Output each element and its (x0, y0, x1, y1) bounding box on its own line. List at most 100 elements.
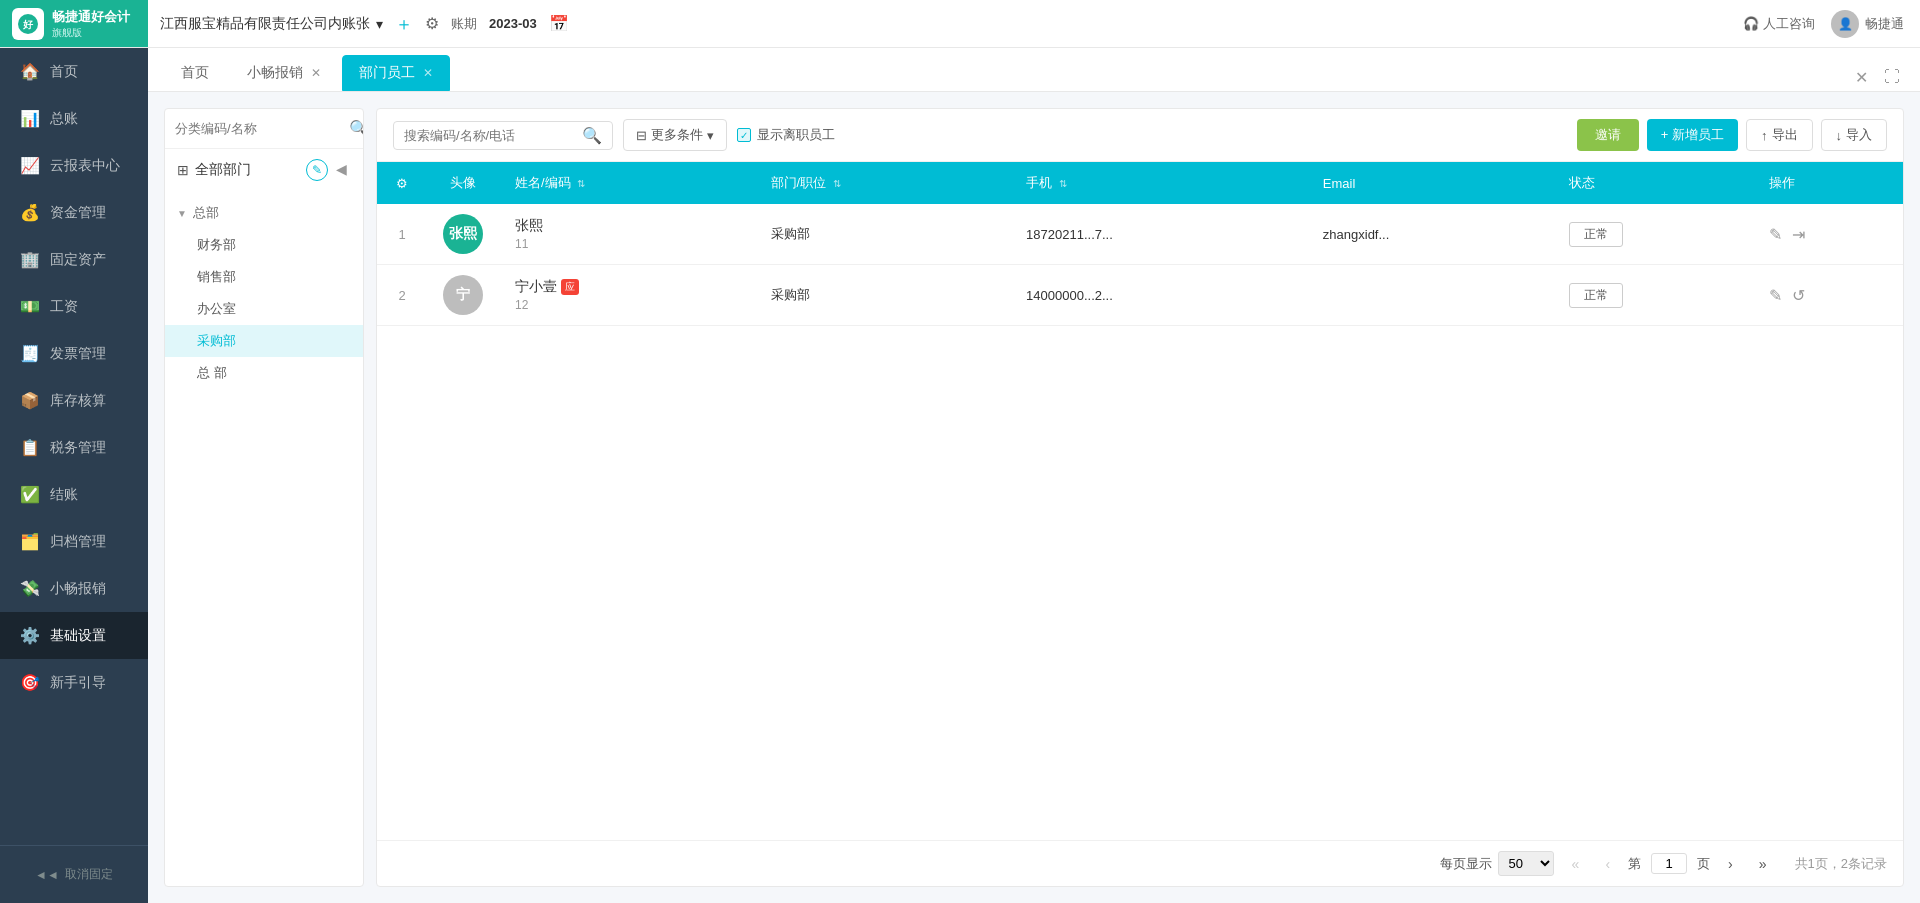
first-page-btn[interactable]: « (1564, 854, 1588, 874)
dept-tree-hq2[interactable]: 总 部 (165, 357, 363, 389)
sidebar-item-salary[interactable]: 💵 工资 (0, 283, 148, 330)
page-label: 第 (1628, 855, 1641, 873)
guide-icon: 🎯 (20, 673, 40, 692)
row-1-edit-icon[interactable]: ✎ (1769, 225, 1782, 244)
sort-dept-icon: ⇅ (833, 178, 841, 189)
service-btn[interactable]: 🎧 人工咨询 (1743, 15, 1815, 33)
prev-page-btn[interactable]: ‹ (1597, 854, 1618, 874)
tab-home[interactable]: 首页 (164, 55, 226, 91)
sidebar-item-ledger[interactable]: 📊 总账 (0, 95, 148, 142)
logo-area: 好 畅捷通好会计 旗舰版 (0, 0, 148, 47)
row-2-name-wrap: 宁小壹 应 (515, 278, 579, 296)
page-input[interactable] (1651, 853, 1687, 874)
col-mobile-label: 手机 (1026, 175, 1052, 190)
content-area: 首页 小畅报销 ✕ 部门员工 ✕ ✕ ⛶ 🔍 (148, 48, 1920, 903)
add-icon[interactable]: ＋ (395, 12, 413, 36)
sidebar-item-finance[interactable]: 💰 资金管理 (0, 189, 148, 236)
col-avatar: 头像 (427, 162, 499, 204)
row-2-edit-icon[interactable]: ✎ (1769, 286, 1782, 305)
cancel-pin-label: 取消固定 (65, 866, 113, 883)
sort-name-icon: ⇅ (577, 178, 585, 189)
resigned-checkbox[interactable]: ✓ (737, 128, 751, 142)
dept-tree-sales[interactable]: 销售部 (165, 261, 363, 293)
emp-search-input[interactable] (404, 128, 576, 143)
tab-dept-close[interactable]: ✕ (423, 66, 433, 80)
show-resigned-toggle[interactable]: ✓ 显示离职员工 (737, 126, 835, 144)
sidebar-item-inventory[interactable]: 📦 库存核算 (0, 377, 148, 424)
add-dept-btn[interactable]: ✎ (306, 159, 328, 181)
sidebar-item-guide[interactable]: 🎯 新手引导 (0, 659, 148, 706)
add-emp-btn[interactable]: + 新增员工 (1647, 119, 1738, 151)
dept-tree-purchase[interactable]: 采购部 (165, 325, 363, 357)
salary-icon: 💵 (20, 297, 40, 316)
row-1-status: 正常 (1553, 204, 1753, 265)
sidebar-item-archive[interactable]: 🗂️ 归档管理 (0, 518, 148, 565)
tab-dept-label: 部门员工 (359, 64, 415, 82)
sidebar-item-cloud-report[interactable]: 📈 云报表中心 (0, 142, 148, 189)
dept-tree-parent-hq[interactable]: ▼ 总部 (165, 197, 363, 229)
sidebar: 🏠 首页 📊 总账 📈 云报表中心 💰 资金管理 🏢 固定资产 💵 工资 🧾 发… (0, 48, 148, 903)
close-tab-icon[interactable]: ✕ (1851, 64, 1872, 91)
user-area[interactable]: 👤 畅捷通 (1831, 10, 1904, 38)
page-suffix: 页 (1697, 855, 1710, 873)
row-2-delete-icon[interactable]: ↺ (1792, 286, 1805, 305)
col-name-code[interactable]: 姓名/编码 ⇅ (499, 162, 755, 204)
tab-dept-emp[interactable]: 部门员工 ✕ (342, 55, 450, 91)
emp-search-icon[interactable]: 🔍 (582, 126, 602, 145)
expense-icon: 💸 (20, 579, 40, 598)
sort-mobile-icon: ⇅ (1059, 178, 1067, 189)
page-size-select[interactable]: 50 100 200 (1498, 851, 1554, 876)
sidebar-item-close-account[interactable]: ✅ 结账 (0, 471, 148, 518)
export-btn[interactable]: ↑ 导出 (1746, 119, 1813, 151)
invoice-icon: 🧾 (20, 344, 40, 363)
expand-tab-icon[interactable]: ⛶ (1880, 64, 1904, 91)
invite-btn[interactable]: 邀请 (1577, 119, 1639, 151)
dept-hq2-label: 总 部 (197, 364, 227, 382)
settings-icon[interactable]: ⚙ (425, 14, 439, 33)
dept-tree-office[interactable]: 办公室 (165, 293, 363, 325)
sidebar-item-expense[interactable]: 💸 小畅报销 (0, 565, 148, 612)
col-dept[interactable]: 部门/职位 ⇅ (755, 162, 1011, 204)
import-icon: ↓ (1836, 128, 1843, 143)
sidebar-item-invoice[interactable]: 🧾 发票管理 (0, 330, 148, 377)
tab-expense[interactable]: 小畅报销 ✕ (230, 55, 338, 91)
sidebar-label-settings: 基础设置 (50, 627, 106, 645)
dropdown-icon: ▾ (376, 16, 383, 32)
table-row: 1 张熙 张熙 11 (377, 204, 1903, 265)
all-dept-label[interactable]: ⊞ 全部部门 (177, 161, 251, 179)
sidebar-label-tax: 税务管理 (50, 439, 106, 457)
sidebar-item-settings[interactable]: ⚙️ 基础设置 (0, 612, 148, 659)
col-settings[interactable]: ⚙ (377, 162, 427, 204)
sidebar-label-guide: 新手引导 (50, 674, 106, 692)
pagination-bar: 每页显示 50 100 200 « ‹ 第 页 › » 共1页，2条记录 (377, 840, 1903, 886)
ledger-icon: 📊 (20, 109, 40, 128)
col-status: 状态 (1553, 162, 1753, 204)
col-mobile[interactable]: 手机 ⇅ (1010, 162, 1307, 204)
cancel-pin-btn[interactable]: ◄◄ 取消固定 (0, 856, 148, 893)
tab-expense-close[interactable]: ✕ (311, 66, 321, 80)
top-bar-right: 🎧 人工咨询 👤 畅捷通 (1743, 10, 1904, 38)
import-btn[interactable]: ↓ 导入 (1821, 119, 1888, 151)
next-page-btn[interactable]: › (1720, 854, 1741, 874)
row-1-logout-icon[interactable]: ⇥ (1792, 225, 1805, 244)
collapse-dept-btn[interactable]: ◀ (332, 159, 351, 181)
dept-parent-label: 总部 (193, 204, 219, 222)
sidebar-item-tax[interactable]: 📋 税务管理 (0, 424, 148, 471)
dept-search-icon[interactable]: 🔍 (349, 119, 364, 138)
grid-icon: ⊞ (177, 162, 189, 178)
sidebar-item-home[interactable]: 🏠 首页 (0, 48, 148, 95)
last-page-btn[interactable]: » (1751, 854, 1775, 874)
svg-text:好: 好 (22, 19, 34, 30)
col-actions: 操作 (1753, 162, 1903, 204)
dept-tree-finance[interactable]: 财务部 (165, 229, 363, 261)
sidebar-label-archive: 归档管理 (50, 533, 106, 551)
company-selector[interactable]: 江西服宝精品有限责任公司内账张 ▾ (160, 15, 383, 33)
collapse-arrow-hq: ▼ (177, 208, 187, 219)
dept-search-input[interactable] (175, 121, 343, 136)
row-2-action-btns: ✎ ↺ (1769, 286, 1887, 305)
sidebar-item-asset[interactable]: 🏢 固定资产 (0, 236, 148, 283)
calendar-icon[interactable]: 📅 (549, 14, 569, 33)
col-settings-icon[interactable]: ⚙ (396, 176, 408, 191)
filter-btn[interactable]: ⊟ 更多条件 ▾ (623, 119, 727, 151)
page-content: 🔍 ⊞ 全部部门 ✎ ◀ ▼ 总部 (148, 92, 1920, 903)
